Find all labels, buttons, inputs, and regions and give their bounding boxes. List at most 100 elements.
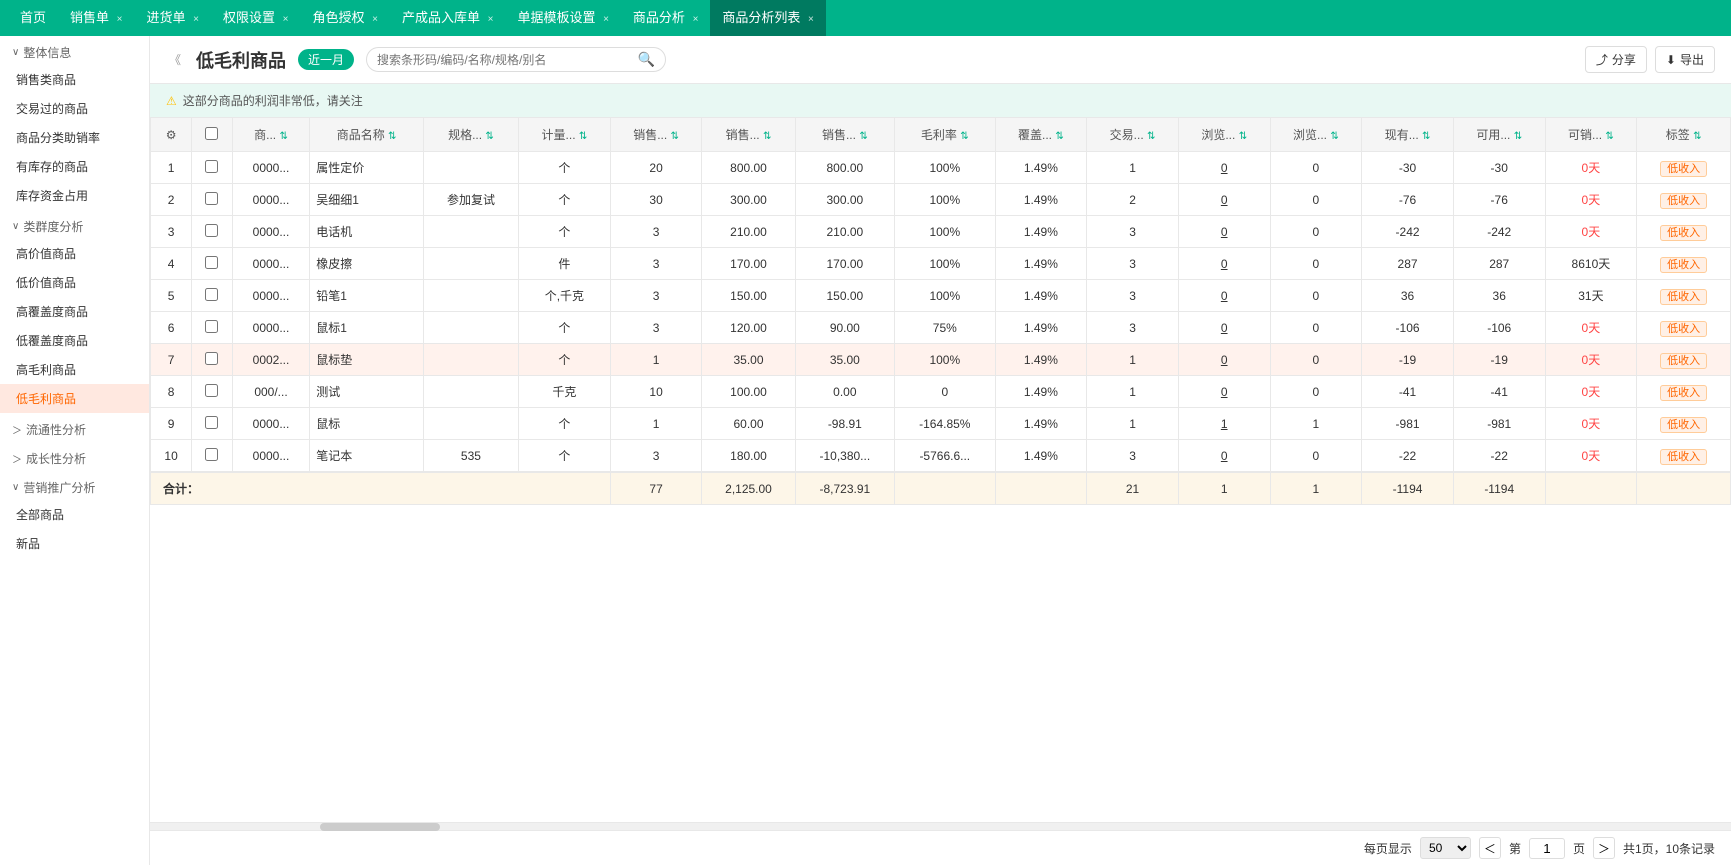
row-checkbox[interactable] <box>192 216 233 248</box>
table-row[interactable]: 7 0002... 鼠标垫 个 1 35.00 35.00 100% 1.49%… <box>151 344 1731 376</box>
search-icon[interactable]: 🔍 <box>638 51 655 68</box>
per-page-select[interactable]: 50 20 100 <box>1420 837 1471 859</box>
nav-goods-list-close[interactable]: × <box>808 14 814 25</box>
col-gross-margin[interactable]: 毛利率 ⇅ <box>895 118 995 152</box>
sidebar-item-high-margin[interactable]: 高毛利商品 <box>0 355 149 384</box>
sidebar-item-sales-goods[interactable]: 销售类商品 <box>0 65 149 94</box>
col-sale-amount[interactable]: 销售... ⇅ <box>795 118 894 152</box>
row-browse1[interactable]: 0 <box>1178 376 1270 408</box>
select-all-checkbox[interactable] <box>205 127 218 140</box>
row-checkbox[interactable] <box>192 280 233 312</box>
data-table-container[interactable]: ⚙ 商... ⇅ 商品名称 ⇅ 规格... ⇅ 计量... ⇅ 销售... ⇅ … <box>150 117 1731 822</box>
col-trade[interactable]: 交易... ⇅ <box>1087 118 1179 152</box>
nav-sales-close[interactable]: × <box>117 14 123 25</box>
table-row[interactable]: 1 0000... 属性定价 个 20 800.00 800.00 100% 1… <box>151 152 1731 184</box>
row-browse1[interactable]: 0 <box>1178 152 1270 184</box>
row-checkbox[interactable] <box>192 376 233 408</box>
row-checkbox[interactable] <box>192 152 233 184</box>
sidebar-item-traded-goods[interactable]: 交易过的商品 <box>0 94 149 123</box>
col-tag[interactable]: 标签 ⇅ <box>1637 118 1731 152</box>
row-checkbox[interactable] <box>192 440 233 473</box>
nav-goods-analysis[interactable]: 商品分析 × <box>621 0 710 36</box>
row-name[interactable]: 鼠标1 <box>310 312 424 344</box>
row-checkbox[interactable] <box>192 408 233 440</box>
table-row[interactable]: 2 0000... 吴细细1 参加复试 个 30 300.00 300.00 1… <box>151 184 1731 216</box>
row-checkbox[interactable] <box>192 344 233 376</box>
sidebar-item-in-stock[interactable]: 有库存的商品 <box>0 152 149 181</box>
col-sale-qty[interactable]: 销售... ⇅ <box>610 118 702 152</box>
sidebar-item-low-coverage[interactable]: 低覆盖度商品 <box>0 326 149 355</box>
nav-sales[interactable]: 销售单 × <box>58 0 134 36</box>
nav-permissions[interactable]: 权限设置 × <box>211 0 300 36</box>
scrollbar-thumb[interactable] <box>320 823 440 831</box>
page-number-input[interactable] <box>1529 838 1565 859</box>
row-name[interactable]: 吴细细1 <box>310 184 424 216</box>
sidebar-item-high-coverage[interactable]: 高覆盖度商品 <box>0 297 149 326</box>
table-row[interactable]: 9 0000... 鼠标 个 1 60.00 -98.91 -164.85% 1… <box>151 408 1731 440</box>
row-browse1[interactable]: 0 <box>1178 344 1270 376</box>
row-name[interactable]: 笔记本 <box>310 440 424 473</box>
period-badge[interactable]: 近一月 <box>298 49 354 70</box>
sidebar-group-cluster[interactable]: ∨ 类群度分析 <box>0 210 149 239</box>
col-code[interactable]: 商... ⇅ <box>232 118 310 152</box>
sidebar-group-circulation[interactable]: ＞ 流通性分析 <box>0 413 149 442</box>
nav-template[interactable]: 单据模板设置 × <box>505 0 620 36</box>
sidebar-group-overall[interactable]: ∨ 整体信息 <box>0 36 149 65</box>
row-name[interactable]: 铅笔1 <box>310 280 424 312</box>
nav-template-close[interactable]: × <box>603 14 609 25</box>
table-row[interactable]: 4 0000... 橡皮擦 件 3 170.00 170.00 100% 1.4… <box>151 248 1731 280</box>
col-coverage[interactable]: 覆盖... ⇅ <box>995 118 1087 152</box>
nav-role-auth-close[interactable]: × <box>372 14 378 25</box>
col-saleable[interactable]: 可销... ⇅ <box>1545 118 1637 152</box>
nav-goods-analysis-list[interactable]: 商品分析列表 × <box>710 0 825 36</box>
export-button[interactable]: ⬇ 导出 <box>1655 46 1715 73</box>
row-name[interactable]: 测试 <box>310 376 424 408</box>
table-row[interactable]: 5 0000... 铅笔1 个,千克 3 150.00 150.00 100% … <box>151 280 1731 312</box>
sidebar-item-all-goods[interactable]: 全部商品 <box>0 500 149 529</box>
table-row[interactable]: 6 0000... 鼠标1 个 3 120.00 90.00 75% 1.49%… <box>151 312 1731 344</box>
nav-role-auth[interactable]: 角色授权 × <box>300 0 389 36</box>
col-name[interactable]: 商品名称 ⇅ <box>310 118 424 152</box>
horizontal-scrollbar[interactable] <box>150 822 1731 830</box>
nav-product-entry-close[interactable]: × <box>488 14 494 25</box>
row-name[interactable]: 鼠标垫 <box>310 344 424 376</box>
nav-goods-analysis-close[interactable]: × <box>693 14 699 25</box>
sidebar-collapse-button[interactable]: 《 <box>166 51 184 68</box>
col-browse2[interactable]: 浏览... ⇅ <box>1270 118 1362 152</box>
nav-purchase-close[interactable]: × <box>193 14 199 25</box>
sidebar-item-category-rate[interactable]: 商品分类助销率 <box>0 123 149 152</box>
nav-product-entry[interactable]: 产成品入库单 × <box>390 0 505 36</box>
table-row[interactable]: 10 0000... 笔记本 535 个 3 180.00 -10,380...… <box>151 440 1731 473</box>
row-checkbox[interactable] <box>192 312 233 344</box>
nav-purchase[interactable]: 进货单 × <box>135 0 211 36</box>
row-browse1[interactable]: 0 <box>1178 280 1270 312</box>
sidebar-item-high-value[interactable]: 高价值商品 <box>0 239 149 268</box>
next-page-button[interactable]: ＞ <box>1593 837 1615 859</box>
table-row[interactable]: 3 0000... 电话机 个 3 210.00 210.00 100% 1.4… <box>151 216 1731 248</box>
nav-permissions-close[interactable]: × <box>283 14 289 25</box>
col-sale-price[interactable]: 销售... ⇅ <box>702 118 795 152</box>
share-button[interactable]: ⤴ 分享 <box>1585 46 1647 73</box>
row-browse1[interactable]: 0 <box>1178 184 1270 216</box>
row-browse1[interactable]: 0 <box>1178 312 1270 344</box>
row-checkbox[interactable] <box>192 184 233 216</box>
row-browse1[interactable]: 0 <box>1178 216 1270 248</box>
row-name[interactable]: 电话机 <box>310 216 424 248</box>
search-input[interactable] <box>377 53 638 67</box>
sidebar-item-low-value[interactable]: 低价值商品 <box>0 268 149 297</box>
prev-page-button[interactable]: ＜ <box>1479 837 1501 859</box>
col-checkbox[interactable] <box>192 118 233 152</box>
sidebar-item-low-margin[interactable]: 低毛利商品 <box>0 384 149 413</box>
col-available[interactable]: 可用... ⇅ <box>1453 118 1545 152</box>
sidebar-item-new-goods[interactable]: 新品 <box>0 529 149 558</box>
sidebar-group-marketing[interactable]: ∨ 营销推广分析 <box>0 471 149 500</box>
col-current-stock[interactable]: 现有... ⇅ <box>1362 118 1454 152</box>
table-row[interactable]: 8 000/... 测试 千克 10 100.00 0.00 0 1.49% 1… <box>151 376 1731 408</box>
row-name[interactable]: 橡皮擦 <box>310 248 424 280</box>
row-checkbox[interactable] <box>192 248 233 280</box>
col-unit[interactable]: 计量... ⇅ <box>519 118 611 152</box>
col-settings[interactable]: ⚙ <box>151 118 192 152</box>
row-browse1[interactable]: 0 <box>1178 248 1270 280</box>
col-spec[interactable]: 规格... ⇅ <box>423 118 518 152</box>
nav-home[interactable]: 首页 <box>8 0 58 36</box>
